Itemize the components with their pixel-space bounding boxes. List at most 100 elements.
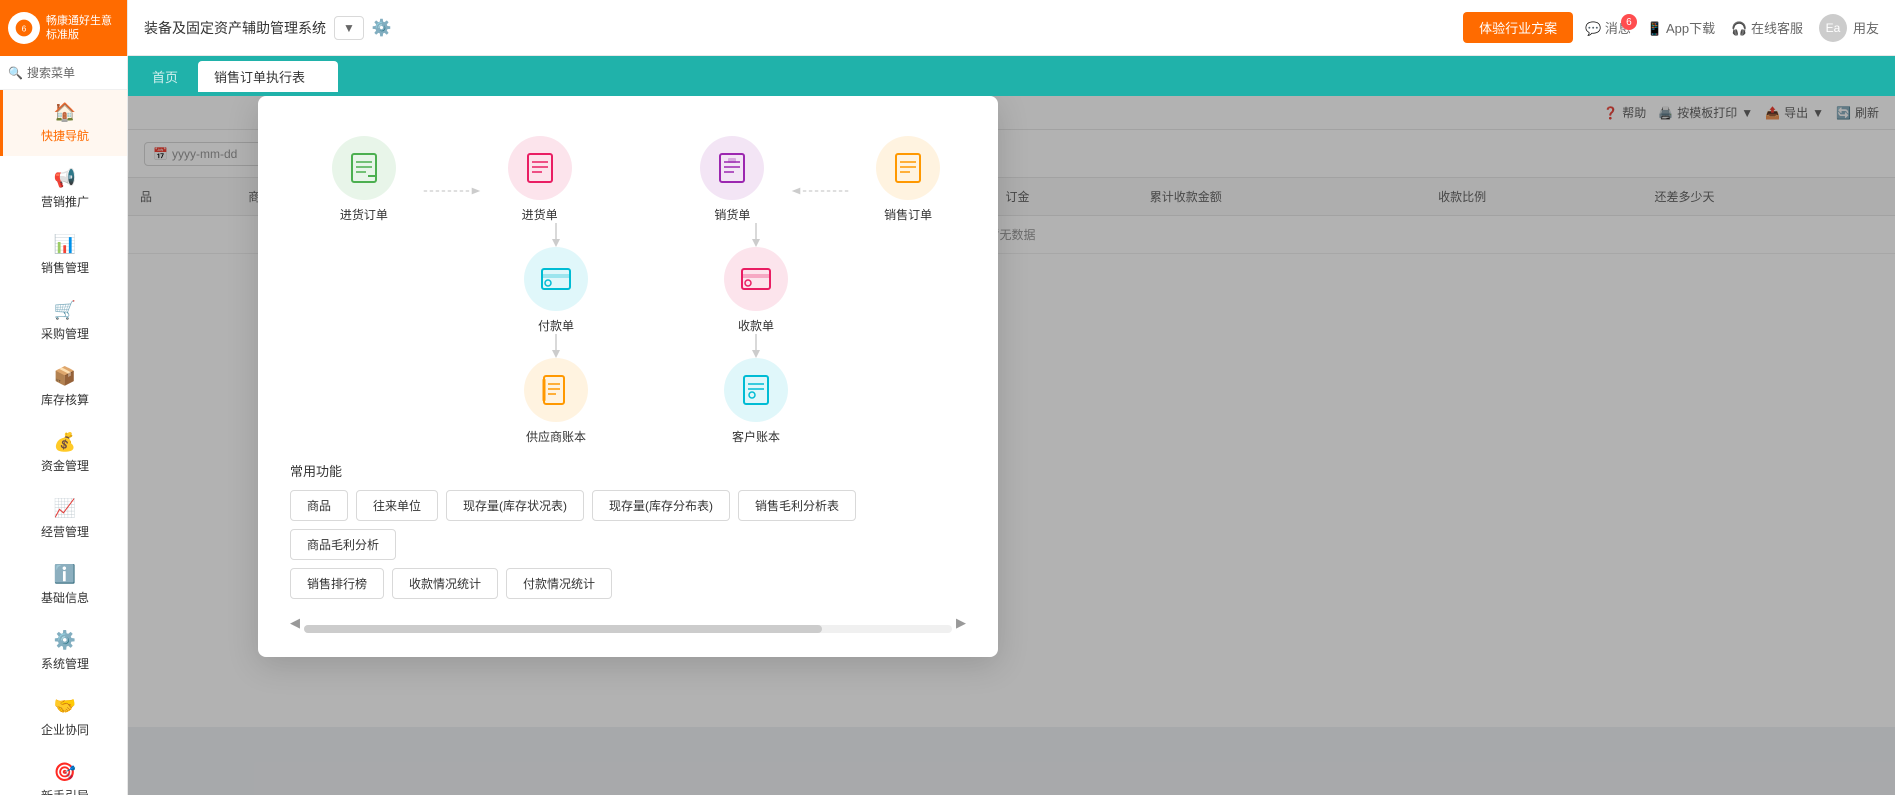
sidebar-item-inventory[interactable]: 📦 库存核算 bbox=[0, 354, 127, 420]
tab-close-icon[interactable]: × bbox=[315, 70, 323, 85]
operations-icon: 📈 bbox=[54, 498, 76, 519]
sidebar-item-label: 资金管理 bbox=[41, 457, 89, 474]
modal-scrollbar-area: ◀ ▶ bbox=[290, 613, 966, 633]
func-btn-payment-stat[interactable]: 付款情况统计 bbox=[506, 568, 612, 599]
customer-ledger-label: 客户账本 bbox=[732, 428, 780, 445]
func-btn-product-gross[interactable]: 商品毛利分析 bbox=[290, 529, 396, 560]
common-func-section: 常用功能 商品 往来单位 现存量(库存状况表) 现存量(库存分布表) 销售毛利分… bbox=[290, 461, 966, 599]
common-func-title: 常用功能 bbox=[290, 461, 966, 480]
logo-text: 畅康通好生意 标准版 bbox=[46, 14, 112, 43]
online-service-label: 在线客服 bbox=[1751, 21, 1803, 36]
search-icon: 🔍 bbox=[8, 66, 23, 80]
tabbar: 首页 销售订单执行表 × bbox=[128, 56, 1895, 96]
topbar-title-section: 装备及固定资产辅助管理系统 ▼ ⚙️ bbox=[144, 16, 1451, 40]
sidebar-item-guide[interactable]: 🎯 新手引导 bbox=[0, 750, 127, 795]
dropdown-arrow-icon: ▼ bbox=[343, 21, 355, 35]
receipt-icon bbox=[724, 247, 788, 311]
main-area: 装备及固定资产辅助管理系统 ▼ ⚙️ 体验行业方案 💬 6 消息 📱 App下载 bbox=[128, 0, 1895, 795]
purchase-order-icon bbox=[332, 136, 396, 200]
user-menu[interactable]: Ea 用友 bbox=[1819, 14, 1879, 42]
purchase-order-label: 进货订单 bbox=[340, 206, 388, 223]
user-name: 用友 bbox=[1853, 18, 1879, 37]
search-menu-label: 搜索菜单 bbox=[27, 64, 75, 81]
modal-overlay[interactable]: 进货订单 bbox=[128, 96, 1895, 795]
marketing-icon: 📢 bbox=[54, 168, 76, 189]
sidebar-item-purchase[interactable]: 🛒 采购管理 bbox=[0, 288, 127, 354]
system-icon: ⚙️ bbox=[54, 630, 76, 651]
sales-bill-icon bbox=[700, 136, 764, 200]
sales-icon: 📊 bbox=[54, 234, 76, 255]
sidebar-item-system[interactable]: ⚙️ 系统管理 bbox=[0, 618, 127, 684]
func-buttons-row2: 销售排行榜 收款情况统计 付款情况统计 bbox=[290, 568, 966, 599]
arrow-po-pb bbox=[422, 181, 482, 223]
func-btn-sales-rank[interactable]: 销售排行榜 bbox=[290, 568, 384, 599]
sidebar-item-label: 企业协同 bbox=[41, 721, 89, 738]
topbar-right: 💬 6 消息 📱 App下载 🎧 在线客服 Ea 用友 bbox=[1585, 14, 1879, 42]
sidebar-item-basic-info[interactable]: ℹ️ 基础信息 bbox=[0, 552, 127, 618]
func-btn-stock-dist[interactable]: 现存量(库存分布表) bbox=[592, 490, 730, 521]
flow-node-sales-order: 销售订单 bbox=[850, 136, 966, 223]
info-icon: ℹ️ bbox=[54, 564, 76, 585]
sidebar-item-label: 采购管理 bbox=[41, 325, 89, 342]
func-btn-sales-gross[interactable]: 销售毛利分析表 bbox=[738, 490, 856, 521]
tab-sales-order[interactable]: 销售订单执行表 × bbox=[198, 61, 338, 92]
func-btn-partner[interactable]: 往来单位 bbox=[356, 490, 438, 521]
sales-bill-label: 销货单 bbox=[714, 206, 750, 223]
online-service-btn[interactable]: 🎧 在线客服 bbox=[1731, 18, 1803, 37]
system-title: 装备及固定资产辅助管理系统 bbox=[144, 18, 326, 38]
sidebar-item-quick-nav[interactable]: 🏠 快捷导航 bbox=[0, 90, 127, 156]
payment-icon bbox=[524, 247, 588, 311]
sidebar-item-label: 基础信息 bbox=[41, 589, 89, 606]
func-btn-stock-status[interactable]: 现存量(库存状况表) bbox=[446, 490, 584, 521]
message-icon: 💬 bbox=[1585, 21, 1601, 36]
sidebar-item-label: 经营管理 bbox=[41, 523, 89, 540]
topbar: 装备及固定资产辅助管理系统 ▼ ⚙️ 体验行业方案 💬 6 消息 📱 App下载 bbox=[128, 0, 1895, 56]
purchase-bill-label: 进货单 bbox=[522, 206, 558, 223]
download-icon: 📱 bbox=[1647, 21, 1663, 36]
flow-node-purchase-bill: 进货单 bbox=[482, 136, 598, 223]
func-btn-product[interactable]: 商品 bbox=[290, 490, 348, 521]
purchase-icon: 🛒 bbox=[54, 300, 76, 321]
scroll-right-icon[interactable]: ▶ bbox=[956, 615, 966, 631]
sales-order-icon bbox=[876, 136, 940, 200]
flow-node-supplier-ledger: 供应商账本 bbox=[496, 358, 616, 445]
message-badge: 6 bbox=[1621, 14, 1637, 30]
scroll-left-icon[interactable]: ◀ bbox=[290, 615, 300, 631]
tab-sales-label: 销售订单执行表 bbox=[214, 70, 305, 85]
system-dropdown[interactable]: ▼ bbox=[334, 16, 364, 40]
sidebar-item-collab[interactable]: 🤝 企业协同 bbox=[0, 684, 127, 750]
experience-btn[interactable]: 体验行业方案 bbox=[1463, 12, 1573, 43]
flow-node-receipt: 收款单 bbox=[696, 247, 816, 334]
sidebar-item-label: 营销推广 bbox=[41, 193, 89, 210]
sidebar-item-operations[interactable]: 📈 经营管理 bbox=[0, 486, 127, 552]
arrow-sb-so bbox=[790, 181, 850, 223]
search-menu[interactable]: 🔍 搜索菜单 bbox=[0, 56, 127, 90]
flow-node-payment: 付款单 bbox=[496, 247, 616, 334]
svg-text:6: 6 bbox=[22, 23, 27, 33]
avatar: Ea bbox=[1819, 14, 1847, 42]
flow-node-customer-ledger: 客户账本 bbox=[696, 358, 816, 445]
settings-icon[interactable]: ⚙️ bbox=[372, 18, 392, 38]
modal-scrollbar[interactable] bbox=[304, 625, 952, 633]
collab-icon: 🤝 bbox=[54, 696, 76, 717]
sidebar-item-marketing[interactable]: 📢 营销推广 bbox=[0, 156, 127, 222]
func-buttons-row1: 商品 往来单位 现存量(库存状况表) 现存量(库存分布表) 销售毛利分析表 商品… bbox=[290, 490, 966, 560]
app-download-btn[interactable]: 📱 App下载 bbox=[1647, 18, 1715, 37]
purchase-bill-icon bbox=[508, 136, 572, 200]
sidebar-nav: 🏠 快捷导航 📢 营销推广 📊 销售管理 🛒 采购管理 📦 库存核算 💰 bbox=[0, 90, 127, 795]
func-btn-receipt-stat[interactable]: 收款情况统计 bbox=[392, 568, 498, 599]
flow-section: 进货订单 bbox=[290, 120, 966, 445]
sidebar-item-label: 库存核算 bbox=[41, 391, 89, 408]
content-area: ❓ 帮助 🖨️ 按模板打印 ▼ 📤 导出 ▼ 🔄 刷新 bbox=[128, 96, 1895, 795]
sidebar: 6 畅康通好生意 标准版 🔍 搜索菜单 🏠 快捷导航 📢 营销推广 📊 销售管理 bbox=[0, 0, 128, 795]
sidebar-item-label: 新手引导 bbox=[41, 787, 89, 795]
sidebar-item-sales[interactable]: 📊 销售管理 bbox=[0, 222, 127, 288]
sidebar-item-finance[interactable]: 💰 资金管理 bbox=[0, 420, 127, 486]
message-btn[interactable]: 💬 6 消息 bbox=[1585, 18, 1631, 37]
flow-modal: 进货订单 bbox=[258, 96, 998, 657]
finance-icon: 💰 bbox=[54, 432, 76, 453]
logo-icon: 6 bbox=[8, 12, 40, 44]
sidebar-item-label: 快捷导航 bbox=[41, 127, 89, 144]
tab-home[interactable]: 首页 bbox=[136, 61, 194, 92]
tab-home-label: 首页 bbox=[152, 70, 178, 85]
